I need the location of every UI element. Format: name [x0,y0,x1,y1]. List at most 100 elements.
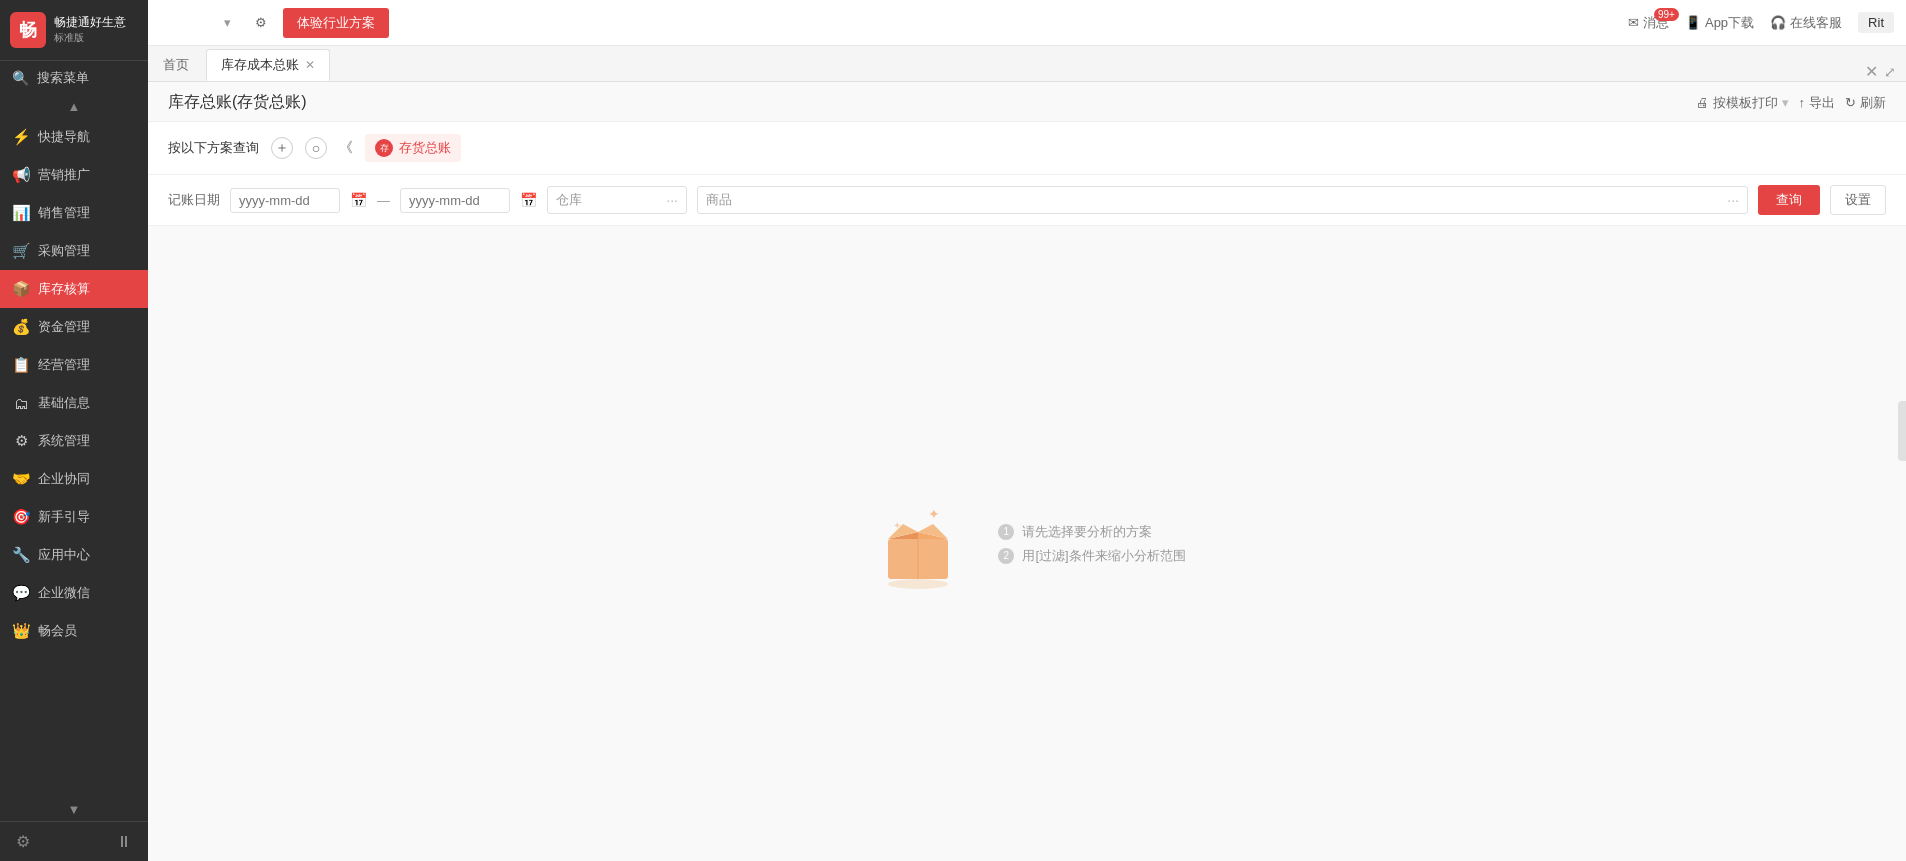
query-row: 记账日期 📅 — 📅 仓库 ··· 商品 ··· 查询 设置 [148,175,1906,226]
page-content: 库存总账(存货总账) 🖨 按模板打印 ▾ ↑ 导出 ↻ 刷新 按以下方案查询 [148,82,1906,861]
sidebar-item-enterprise[interactable]: 🤝 企业协同 [0,460,148,498]
sidebar-item-label: 企业协同 [38,470,90,488]
product-more-icon[interactable]: ··· [1727,192,1739,208]
tip-num-2: 2 [998,548,1014,564]
page-header: 库存总账(存货总账) 🖨 按模板打印 ▾ ↑ 导出 ↻ 刷新 [148,82,1906,122]
svg-text:✦: ✦ [893,520,901,531]
print-icon: 🖨 [1696,95,1709,110]
export-label: 导出 [1809,94,1835,112]
online-service-button[interactable]: 🎧 在线客服 [1770,14,1842,32]
message-badge: 99+ [1654,8,1679,21]
sidebar-item-member[interactable]: 👑 畅会员 [0,612,148,650]
settings-button[interactable]: 设置 [1830,185,1886,215]
sidebar-item-label: 快捷导航 [38,128,90,146]
sidebar-item-label: 应用中心 [38,546,90,564]
sidebar-item-quick-nav[interactable]: ⚡ 快捷导航 [0,118,148,156]
sidebar-item-label: 企业微信 [38,584,90,602]
settings-footer-icon[interactable]: ⚙ [16,832,30,851]
phone-icon: 📱 [1685,15,1701,30]
filter-collapse-button[interactable]: 《 [339,139,353,157]
product-selector[interactable]: 商品 ··· [697,186,1748,214]
sidebar-item-label: 新手引导 [38,508,90,526]
app-name: 畅捷通好生意 [54,15,126,31]
tab-home[interactable]: 首页 [148,49,204,81]
search-menu-item[interactable]: 🔍 搜索菜单 [0,61,148,95]
tab-inventory-ledger[interactable]: 库存成本总账 ✕ [206,49,330,81]
filter-add-button[interactable]: ＋ [271,137,293,159]
topbar-settings-button[interactable]: ⚙ [247,9,275,37]
industry-btn[interactable]: 体验行业方案 [283,8,389,38]
calendar-start-icon[interactable]: 📅 [350,192,367,208]
empty-tips: 1 请先选择要分析的方案 2 用[过滤]条件来缩小分析范围 [998,517,1185,571]
sidebar-scroll-down[interactable]: ▼ [0,798,148,821]
sidebar-nav: ⚡ 快捷导航 📢 营销推广 📊 销售管理 🛒 采购管理 📦 库存核算 💰 资金管… [0,118,148,798]
sidebar-item-label: 系统管理 [38,432,90,450]
svg-point-0 [888,579,948,589]
tip-text-1: 请先选择要分析的方案 [1022,523,1152,541]
calendar-end-icon[interactable]: 📅 [520,192,537,208]
scheme-item-inventory[interactable]: 存 存货总账 [365,134,461,162]
sidebar-item-inventory[interactable]: 📦 库存核算 [0,270,148,308]
right-panel-indicator[interactable] [1898,401,1906,461]
tab-expand-icon[interactable]: ⤢ [1884,64,1896,80]
sidebar-scroll-up[interactable]: ▲ [0,95,148,118]
date-end-input[interactable] [400,188,510,213]
sidebar-item-newbie[interactable]: 🎯 新手引导 [0,498,148,536]
sidebar-item-app-center[interactable]: 🔧 应用中心 [0,536,148,574]
message-button[interactable]: ✉ 消息 99+ [1628,14,1669,32]
filter-delete-button[interactable]: ○ [305,137,327,159]
filter-section: 按以下方案查询 ＋ ○ 《 存 存货总账 [148,122,1906,175]
topbar-right: ✉ 消息 99+ 📱 App下载 🎧 在线客服 Rit [1628,12,1894,33]
page-actions: 🖨 按模板打印 ▾ ↑ 导出 ↻ 刷新 [1696,94,1887,112]
tabs-bar: 首页 库存成本总账 ✕ ✕ ⤢ [148,46,1906,82]
print-label: 按模板打印 [1713,94,1778,112]
quick-nav-icon: ⚡ [12,128,30,146]
logo-icon: 畅 [10,12,46,48]
refresh-label: 刷新 [1860,94,1886,112]
date-start-input[interactable] [230,188,340,213]
inventory-icon: 📦 [12,280,30,298]
sidebar-item-label: 资金管理 [38,318,90,336]
print-button[interactable]: 🖨 按模板打印 ▾ [1696,94,1789,112]
enterprise-icon: 🤝 [12,470,30,488]
sidebar-item-finance[interactable]: 💰 资金管理 [0,308,148,346]
gear-icon: ⚙ [255,15,267,30]
tab-close-icon[interactable]: ✕ [305,58,315,72]
warehouse-more-icon[interactable]: ··· [666,192,678,208]
warehouse-selector[interactable]: 仓库 ··· [547,186,687,214]
app-download-label: App下载 [1705,14,1754,32]
sidebar-item-basic-info[interactable]: 🗂 基础信息 [0,384,148,422]
topbar-dropdown[interactable]: ▾ [160,10,239,36]
date-field-label: 记账日期 [168,191,220,209]
empty-state: ✦ ✦ 1 请先选择要分析的方案 2 用[过滤]条件来缩小分析范围 [148,226,1906,861]
user-profile-button[interactable]: Rit [1858,12,1894,33]
sidebar-item-label: 销售管理 [38,204,90,222]
online-service-label: 在线客服 [1790,14,1842,32]
system-icon: ⚙ [12,432,30,450]
sidebar-item-purchase[interactable]: 🛒 采购管理 [0,232,148,270]
audio-footer-icon[interactable]: ⏸ [116,833,132,851]
user-name: Rit [1868,15,1884,30]
app-logo: 畅 畅捷通好生意 标准版 [0,0,148,61]
headset-icon: 🎧 [1770,15,1786,30]
sidebar-item-system[interactable]: ⚙ 系统管理 [0,422,148,460]
tab-close-all-icon[interactable]: ✕ [1865,62,1878,81]
refresh-icon: ↻ [1845,95,1856,110]
sidebar-item-label: 库存核算 [38,280,90,298]
app-center-icon: 🔧 [12,546,30,564]
export-button[interactable]: ↑ 导出 [1799,94,1836,112]
sidebar-item-wechat[interactable]: 💬 企业微信 [0,574,148,612]
finance-icon: 💰 [12,318,30,336]
app-download-button[interactable]: 📱 App下载 [1685,14,1754,32]
query-button[interactable]: 查询 [1758,185,1820,215]
newbie-icon: 🎯 [12,508,30,526]
sidebar-item-operations[interactable]: 📋 经营管理 [0,346,148,384]
wechat-icon: 💬 [12,584,30,602]
empty-visual: ✦ ✦ 1 请先选择要分析的方案 2 用[过滤]条件来缩小分析范围 [868,494,1185,594]
sidebar-item-marketing[interactable]: 📢 营销推广 [0,156,148,194]
sidebar-item-sales[interactable]: 📊 销售管理 [0,194,148,232]
sidebar-footer: ⚙ ⏸ [0,821,148,861]
sidebar-item-label: 采购管理 [38,242,90,260]
app-badge: 标准版 [54,31,126,45]
refresh-button[interactable]: ↻ 刷新 [1845,94,1886,112]
